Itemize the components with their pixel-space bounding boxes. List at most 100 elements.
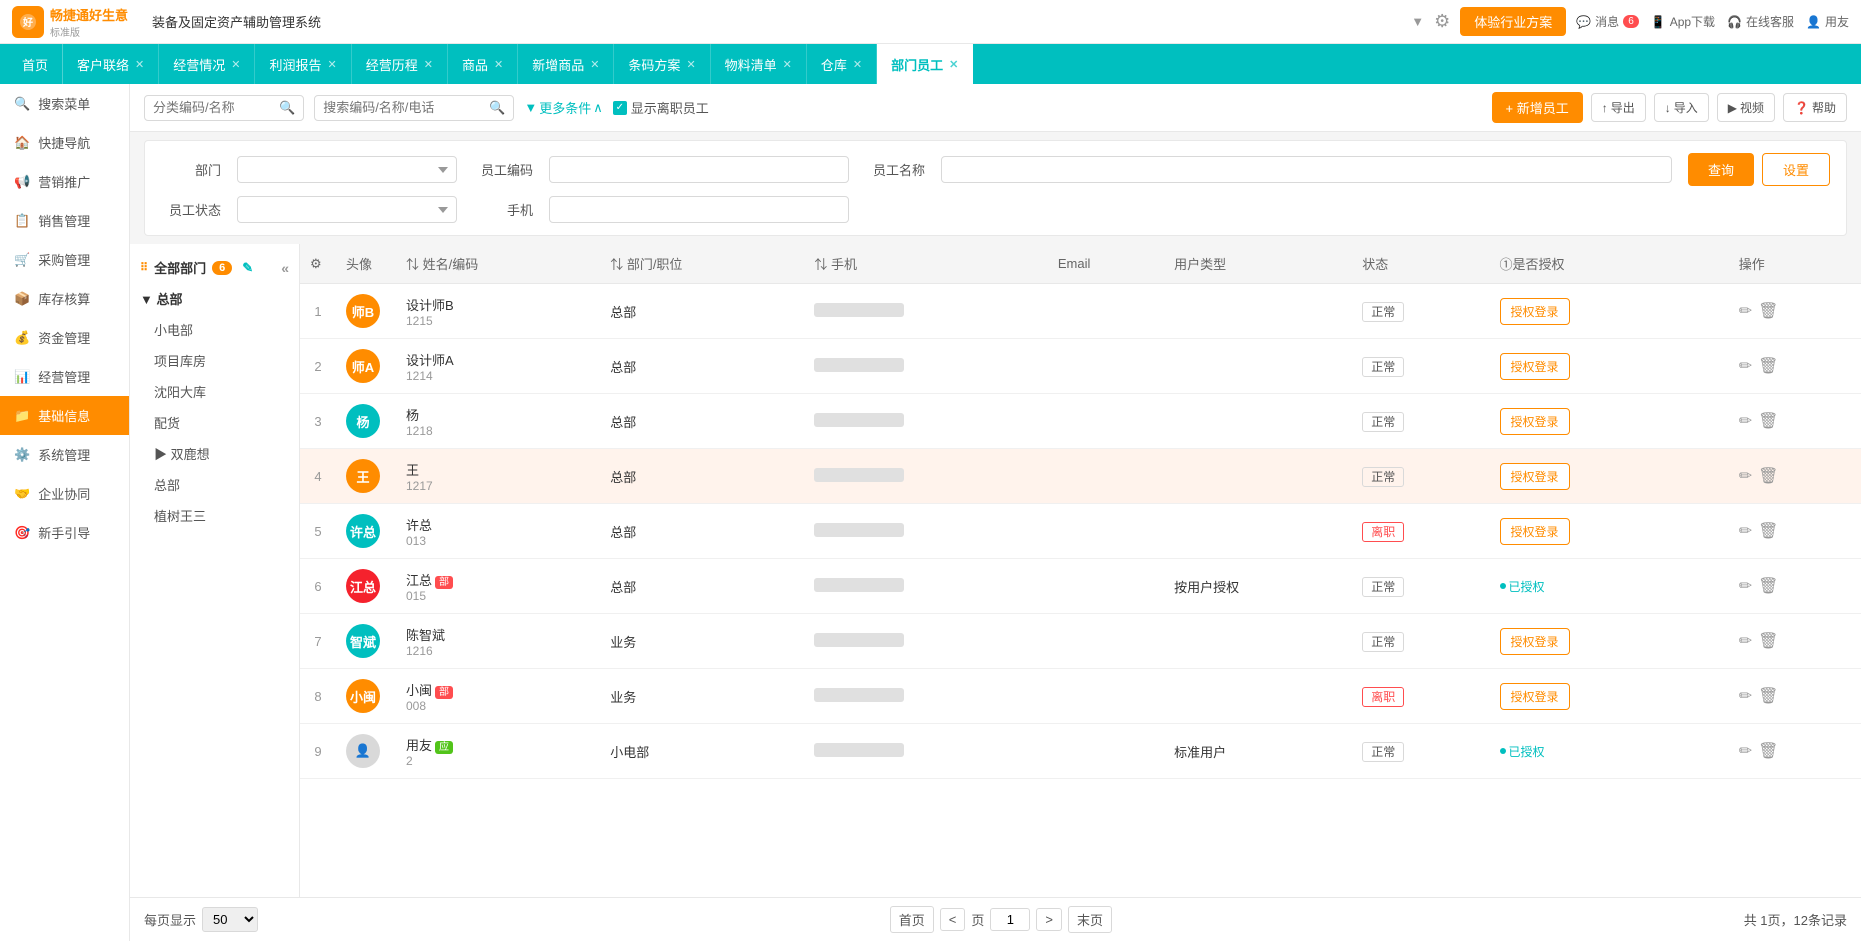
- help-button[interactable]: ❓ 帮助: [1783, 93, 1847, 122]
- search-input[interactable]: [153, 100, 273, 115]
- delete-icon[interactable]: 🗑: [1758, 466, 1778, 486]
- sidebar-item-sales[interactable]: 📋 销售管理: [0, 201, 129, 240]
- phone-search-input[interactable]: [323, 100, 483, 115]
- sidebar-item-finance[interactable]: 💰 资金管理: [0, 318, 129, 357]
- sidebar-item-search[interactable]: 🔍 搜索菜单: [0, 84, 129, 123]
- auth-login-button[interactable]: 授权登录: [1500, 408, 1570, 435]
- sidebar-item-marketing[interactable]: 📢 营销推广: [0, 162, 129, 201]
- close-icon[interactable]: ✕: [949, 58, 958, 71]
- dept-item-peihuo[interactable]: 配货: [130, 407, 299, 438]
- tab-customer[interactable]: 客户联络 ✕: [63, 44, 159, 84]
- auth-login-button[interactable]: 授权登录: [1500, 518, 1570, 545]
- tab-profit[interactable]: 利润报告 ✕: [255, 44, 351, 84]
- settings-icon[interactable]: ⚙: [1434, 11, 1450, 32]
- dept-item-xiangmu[interactable]: 项目库房: [130, 345, 299, 376]
- first-page-btn[interactable]: 首页: [890, 906, 934, 933]
- delete-icon[interactable]: 🗑: [1758, 741, 1778, 761]
- delete-icon[interactable]: 🗑: [1758, 301, 1778, 321]
- next-page-btn[interactable]: >: [1036, 908, 1062, 931]
- add-employee-button[interactable]: + 新增员工: [1492, 92, 1583, 123]
- auth-login-button[interactable]: 授权登录: [1500, 298, 1570, 325]
- th-settings[interactable]: ⚙: [300, 244, 336, 284]
- message-action[interactable]: 💬 消息 6: [1576, 13, 1639, 30]
- edit-icon[interactable]: ✏: [1739, 356, 1752, 376]
- tab-add-goods[interactable]: 新增商品 ✕: [518, 44, 614, 84]
- tab-home[interactable]: 首页: [8, 44, 63, 84]
- edit-icon[interactable]: ✏: [1739, 301, 1752, 321]
- sidebar-item-base-info[interactable]: 📁 基础信息: [0, 396, 129, 435]
- delete-icon[interactable]: 🗑: [1758, 521, 1778, 541]
- phone-search-icon[interactable]: 🔍: [489, 100, 505, 116]
- close-icon[interactable]: ✕: [231, 58, 240, 71]
- query-button[interactable]: 查询: [1688, 153, 1754, 186]
- dropdown-icon[interactable]: ▼: [1411, 14, 1424, 29]
- sidebar-item-operations[interactable]: 📊 经营管理: [0, 357, 129, 396]
- close-icon[interactable]: ✕: [494, 58, 503, 71]
- auth-login-button[interactable]: 授权登录: [1500, 628, 1570, 655]
- dept-item-zhishu[interactable]: 植树王三: [130, 500, 299, 531]
- reset-button[interactable]: 设置: [1762, 153, 1830, 186]
- page-input[interactable]: [990, 908, 1030, 931]
- tab-dept-employee[interactable]: 部门员工 ✕: [877, 44, 973, 84]
- dept-item-xiaodian[interactable]: 小电部: [130, 314, 299, 345]
- view-button[interactable]: ▶ 视频: [1717, 93, 1775, 122]
- prev-page-btn[interactable]: <: [940, 908, 966, 931]
- th-phone[interactable]: ⇅ 手机: [804, 244, 1047, 284]
- last-page-btn[interactable]: 末页: [1068, 906, 1112, 933]
- edit-icon[interactable]: ✏: [1739, 576, 1752, 596]
- close-icon[interactable]: ✕: [424, 58, 433, 71]
- th-name-code[interactable]: ⇅ 姓名/编码: [396, 244, 600, 284]
- delete-icon[interactable]: 🗑: [1758, 576, 1778, 596]
- sidebar-item-system[interactable]: ⚙️ 系统管理: [0, 435, 129, 474]
- emp-status-select[interactable]: [237, 196, 457, 223]
- sidebar-item-collab[interactable]: 🤝 企业协同: [0, 474, 129, 513]
- show-resigned-toggle[interactable]: ✓ 显示离职员工: [613, 98, 709, 117]
- user-action[interactable]: 👤 用友: [1806, 13, 1849, 30]
- tab-business[interactable]: 经营情况 ✕: [159, 44, 255, 84]
- th-dept-pos[interactable]: ⇅ 部门/职位: [600, 244, 804, 284]
- dept-item-shuanglu[interactable]: ▶ 双鹿想: [130, 438, 299, 469]
- edit-icon[interactable]: ✏: [1739, 631, 1752, 651]
- tab-goods[interactable]: 商品 ✕: [448, 44, 518, 84]
- tab-barcode[interactable]: 条码方案 ✕: [614, 44, 710, 84]
- delete-icon[interactable]: 🗑: [1758, 356, 1778, 376]
- emp-code-input[interactable]: [549, 156, 849, 183]
- tab-warehouse[interactable]: 仓库 ✕: [807, 44, 877, 84]
- edit-icon[interactable]: ✏: [1739, 411, 1752, 431]
- close-icon[interactable]: ✕: [853, 58, 862, 71]
- sidebar-item-guide[interactable]: 🎯 新手引导: [0, 513, 129, 552]
- sidebar-item-inventory[interactable]: 📦 库存核算: [0, 279, 129, 318]
- sidebar-item-purchase[interactable]: 🛒 采购管理: [0, 240, 129, 279]
- auth-login-button[interactable]: 授权登录: [1500, 463, 1570, 490]
- dept-item-shenyang[interactable]: 沈阳大库: [130, 376, 299, 407]
- delete-icon[interactable]: 🗑: [1758, 411, 1778, 431]
- online-service-action[interactable]: 🎧 在线客服: [1727, 13, 1794, 30]
- import-button[interactable]: ↓ 导入: [1654, 93, 1709, 122]
- trial-button[interactable]: 体验行业方案: [1460, 7, 1566, 36]
- search-submit-icon[interactable]: 🔍: [279, 100, 295, 116]
- dept-item-zongbu[interactable]: 总部: [130, 469, 299, 500]
- tab-bom[interactable]: 物料清单 ✕: [711, 44, 807, 84]
- close-icon[interactable]: ✕: [135, 58, 144, 71]
- auth-login-button[interactable]: 授权登录: [1500, 683, 1570, 710]
- sidebar-item-nav[interactable]: 🏠 快捷导航: [0, 123, 129, 162]
- dept-item-headquarter[interactable]: ▼ 总部: [130, 283, 299, 314]
- per-page-select[interactable]: 50 100 200: [202, 907, 258, 932]
- edit-icon[interactable]: ✏: [1739, 686, 1752, 706]
- delete-icon[interactable]: 🗑: [1758, 631, 1778, 651]
- app-download-action[interactable]: 📱 App下载: [1651, 13, 1715, 30]
- dept-edit-icon[interactable]: ✎: [242, 260, 253, 276]
- dept-select[interactable]: [237, 156, 457, 183]
- export-button[interactable]: ↑ 导出: [1591, 93, 1646, 122]
- edit-icon[interactable]: ✏: [1739, 741, 1752, 761]
- more-conditions-btn[interactable]: ▼ 更多条件 ∧: [524, 98, 602, 117]
- close-icon[interactable]: ✕: [328, 58, 337, 71]
- auth-login-button[interactable]: 授权登录: [1500, 353, 1570, 380]
- edit-icon[interactable]: ✏: [1739, 466, 1752, 486]
- delete-icon[interactable]: 🗑: [1758, 686, 1778, 706]
- close-icon[interactable]: ✕: [686, 58, 695, 71]
- edit-icon[interactable]: ✏: [1739, 521, 1752, 541]
- close-icon[interactable]: ✕: [590, 58, 599, 71]
- phone-input[interactable]: [549, 196, 849, 223]
- dept-collapse-btn[interactable]: «: [281, 260, 289, 276]
